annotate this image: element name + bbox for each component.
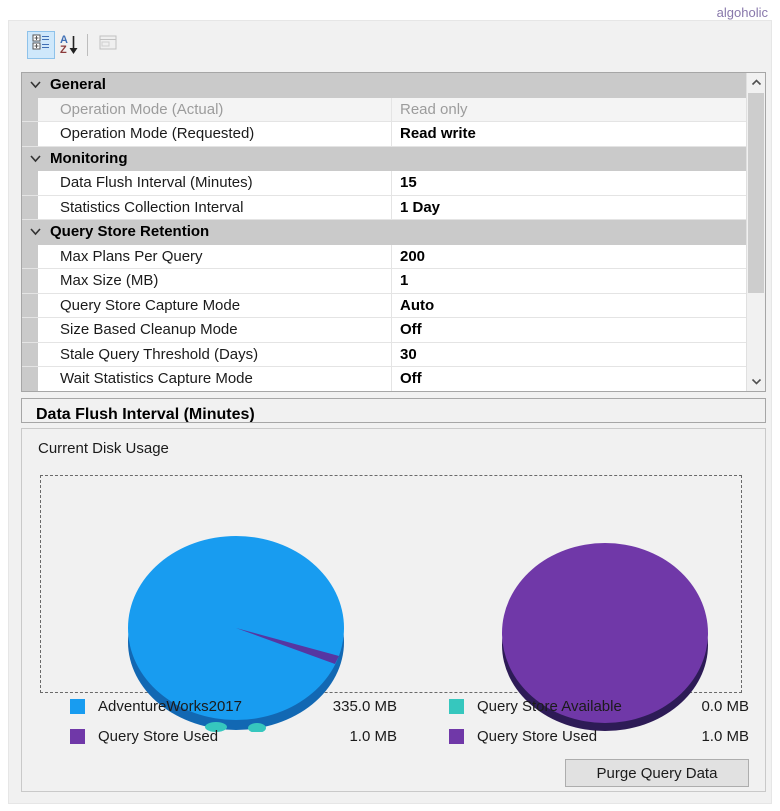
property-grid: General Operation Mode (Actual) Read onl… xyxy=(21,72,766,392)
legend-value: 1.0 MB xyxy=(701,727,749,745)
legend-swatch xyxy=(70,698,85,714)
property-pages-button xyxy=(94,31,122,59)
property-name: Max Size (MB) xyxy=(38,269,392,293)
property-value[interactable]: 30 xyxy=(392,343,746,367)
chevron-down-icon xyxy=(22,73,48,97)
pie-chart-area xyxy=(40,475,742,732)
properties-panel: AZ General Operation Mode (Actual) Read … xyxy=(8,20,772,804)
legend-swatch xyxy=(70,728,85,744)
legend-label: Query Store Used xyxy=(477,727,598,745)
property-name: Operation Mode (Actual) xyxy=(38,97,392,121)
legend-label: Query Store Used xyxy=(98,727,219,745)
row-indent xyxy=(22,367,38,391)
row-indent xyxy=(22,171,38,195)
right-pie-legend: Query Store Available 0.0 MB Query Store… xyxy=(449,691,749,751)
property-description-header: Data Flush Interval (Minutes) xyxy=(21,398,766,423)
left-pie-legend: AdventureWorks2017 335.0 MB Query Store … xyxy=(70,691,397,751)
property-value[interactable]: 1 xyxy=(392,269,746,293)
property-pages-icon xyxy=(99,35,117,55)
property-row[interactable]: Operation Mode (Requested) Read write xyxy=(22,122,746,147)
alphabetical-sort-icon: AZ xyxy=(60,35,78,56)
property-value[interactable]: 15 xyxy=(392,171,746,195)
legend-swatch xyxy=(449,728,464,744)
legend-item: Query Store Used 1.0 MB xyxy=(70,721,397,751)
group-title: Current Disk Usage xyxy=(38,440,169,457)
legend-value: 0.0 MB xyxy=(701,697,749,715)
legend-value: 1.0 MB xyxy=(349,727,397,745)
property-value[interactable]: 200 xyxy=(392,245,746,269)
property-name: Size Based Cleanup Mode xyxy=(38,318,392,342)
categorized-icon xyxy=(32,34,50,56)
row-indent xyxy=(22,269,38,293)
query-store-properties-page: algoholic A Z General Operation Mode (Ac… xyxy=(0,0,780,811)
property-value[interactable]: Off xyxy=(392,367,746,391)
scroll-up-button[interactable] xyxy=(747,74,765,91)
property-value[interactable]: Off xyxy=(392,318,746,342)
category-label: Monitoring xyxy=(50,149,128,167)
legend-label: Query Store Available xyxy=(477,697,622,715)
row-indent xyxy=(22,342,38,366)
property-value: Read only xyxy=(400,100,468,118)
property-name: Operation Mode (Requested) xyxy=(38,122,392,146)
selected-property-title: Data Flush Interval (Minutes) xyxy=(36,406,255,423)
property-value[interactable]: 1 Day xyxy=(392,196,746,220)
property-grid-rows: General Operation Mode (Actual) Read onl… xyxy=(22,73,746,391)
category-row-monitoring[interactable]: Monitoring xyxy=(22,146,746,171)
row-indent xyxy=(22,195,38,219)
legend-item: AdventureWorks2017 335.0 MB xyxy=(70,691,397,721)
chevron-down-icon xyxy=(22,147,48,171)
row-indent xyxy=(22,293,38,317)
property-name: Statistics Collection Interval xyxy=(38,195,392,219)
vertical-scrollbar[interactable] xyxy=(746,73,765,391)
property-name: Data Flush Interval (Minutes) xyxy=(38,171,392,195)
scroll-down-button[interactable] xyxy=(747,373,765,390)
watermark: algoholic xyxy=(716,5,768,20)
property-grid-toolbar: AZ xyxy=(27,30,122,60)
property-name: Max Plans Per Query xyxy=(38,244,392,268)
property-value[interactable]: Auto xyxy=(392,294,746,318)
legend-label: AdventureWorks2017 xyxy=(98,697,242,715)
category-label: Query Store Retention xyxy=(50,223,210,241)
legend-swatch xyxy=(449,698,464,714)
property-row[interactable]: Stale Query Threshold (Days) 30 xyxy=(22,342,746,367)
category-row-general[interactable]: General xyxy=(22,73,746,98)
property-name: Query Store Capture Mode xyxy=(38,293,392,317)
property-row[interactable]: Wait Statistics Capture Mode Off xyxy=(22,367,746,391)
row-indent xyxy=(22,244,38,268)
legend-item: Query Store Used 1.0 MB xyxy=(449,721,749,751)
row-indent xyxy=(22,97,38,121)
category-row-query-store-retention[interactable]: Query Store Retention xyxy=(22,220,746,245)
current-disk-usage-group: Current Disk Usage AdventureWorks2017 33… xyxy=(21,428,766,792)
category-label: General xyxy=(50,76,106,94)
alphabetical-sort-button[interactable]: AZ xyxy=(55,31,83,59)
categorized-button[interactable] xyxy=(27,31,55,59)
property-value[interactable]: Read write xyxy=(392,122,746,146)
property-row[interactable]: Max Size (MB) 1 xyxy=(22,269,746,294)
row-indent xyxy=(22,318,38,342)
property-name: Wait Statistics Capture Mode xyxy=(38,367,392,391)
row-indent xyxy=(22,122,38,146)
legend-item: Query Store Available 0.0 MB xyxy=(449,691,749,721)
property-row[interactable]: Operation Mode (Actual) Read only xyxy=(22,97,746,122)
property-row[interactable]: Max Plans Per Query 200 xyxy=(22,244,746,269)
property-row[interactable]: Data Flush Interval (Minutes) 15 xyxy=(22,171,746,196)
scrollbar-thumb[interactable] xyxy=(748,93,764,293)
toolbar-separator xyxy=(87,34,88,56)
property-row[interactable]: Statistics Collection Interval 1 Day xyxy=(22,195,746,220)
legend-value: 335.0 MB xyxy=(332,697,397,715)
purge-query-data-button[interactable]: Purge Query Data xyxy=(565,759,749,787)
property-row[interactable]: Query Store Capture Mode Auto xyxy=(22,293,746,318)
property-name: Stale Query Threshold (Days) xyxy=(38,342,392,366)
property-row[interactable]: Size Based Cleanup Mode Off xyxy=(22,318,746,343)
chevron-down-icon xyxy=(22,220,48,244)
